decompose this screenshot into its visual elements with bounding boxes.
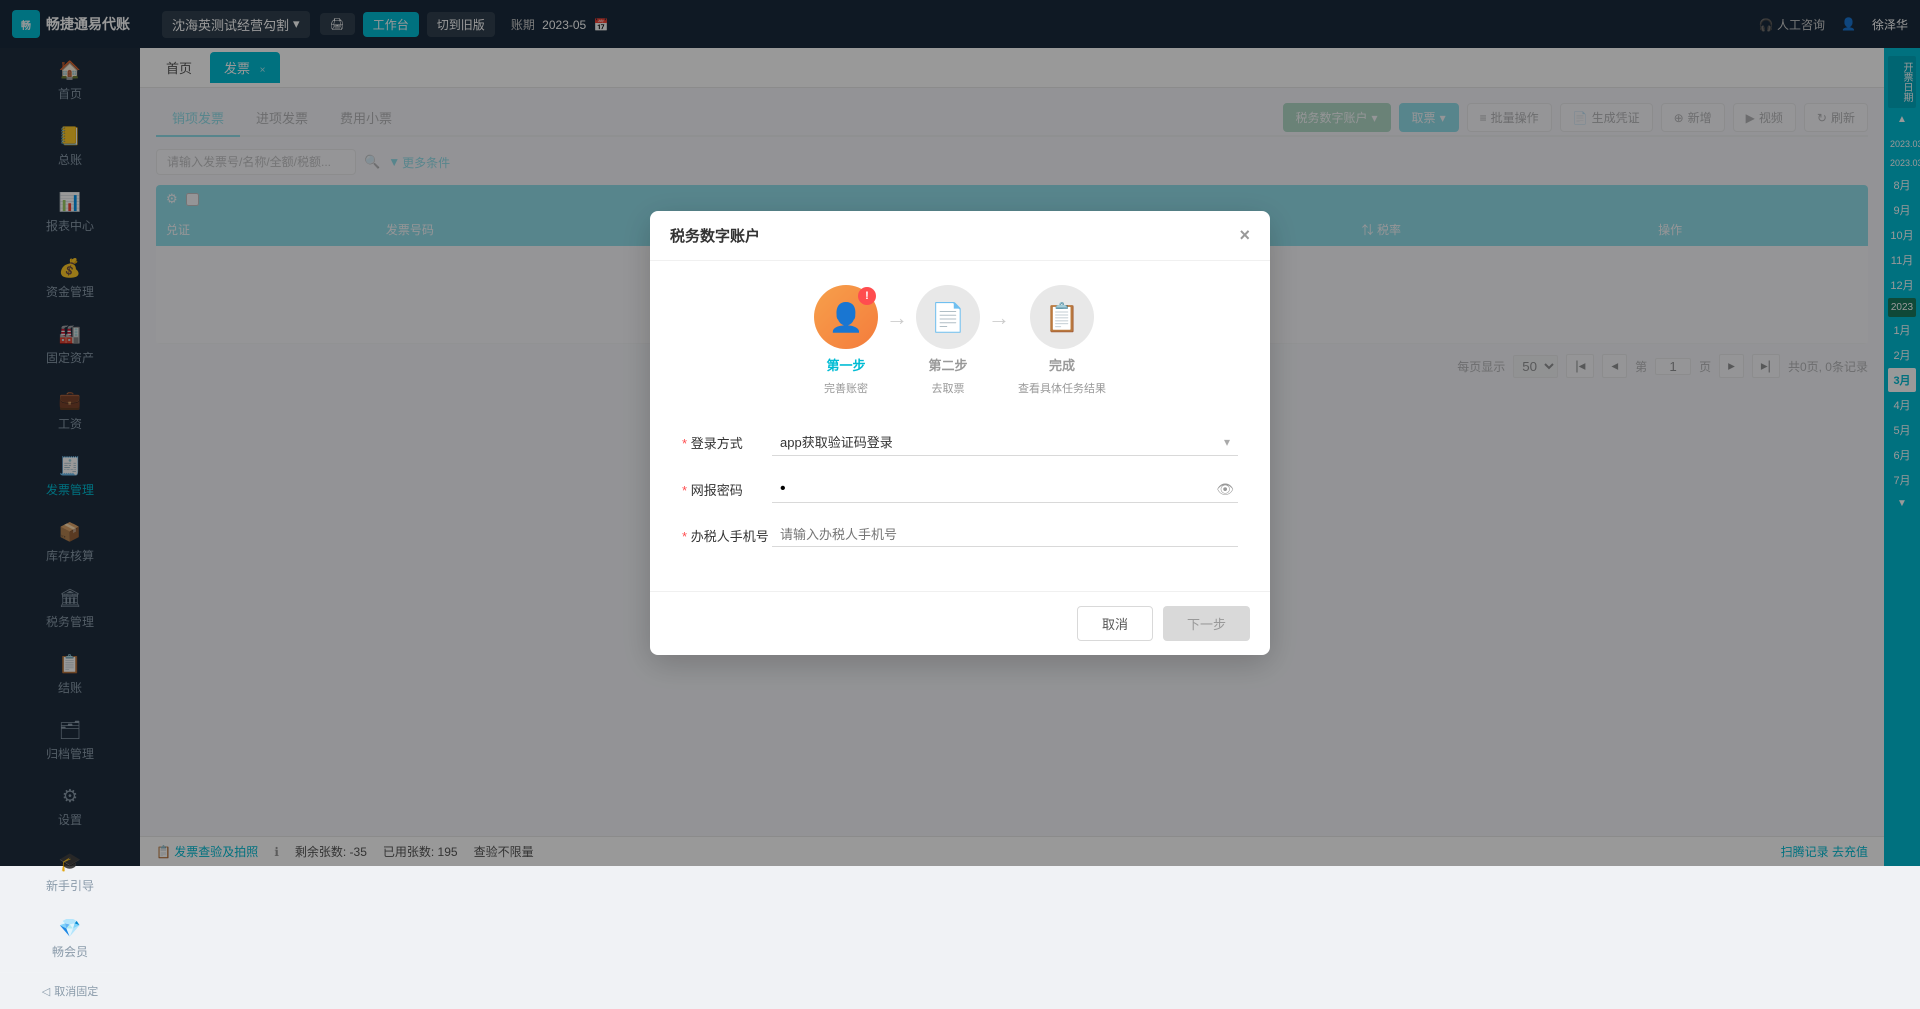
chevron-down-icon: ▾ xyxy=(1224,435,1230,449)
password-wrap: 👁 xyxy=(772,476,1238,503)
modal-footer: 取消 下一步 xyxy=(650,591,1270,655)
next-button[interactable]: 下一步 xyxy=(1163,606,1250,641)
step-1-person-icon: 👤 xyxy=(829,301,864,334)
step-3: 📋 完成 查看具体任务结果 xyxy=(1018,285,1106,396)
modal-close-btn[interactable]: × xyxy=(1239,225,1250,246)
login-method-row: * 登录方式 app获取验证码登录 ▾ xyxy=(682,428,1238,456)
password-row: * 网报密码 👁 xyxy=(682,476,1238,503)
vip-icon: 💎 xyxy=(59,918,81,939)
cancel-pin-btn[interactable]: ◁ 取消固定 xyxy=(0,973,140,1009)
modal-header: 税务数字账户 × xyxy=(650,211,1270,261)
modal-body: 👤 ! 第一步 完善账密 → 📄 第二步 去取票 → xyxy=(650,261,1270,591)
login-method-value: app获取验证码登录 xyxy=(780,432,893,451)
step-1-error-badge: ! xyxy=(858,287,876,305)
sidebar-label-guide: 新手引导 xyxy=(46,877,94,894)
eye-icon[interactable]: 👁 xyxy=(1212,477,1238,502)
sidebar-item-vip[interactable]: 💎 畅会员 xyxy=(0,906,140,972)
login-method-select[interactable]: app获取验证码登录 ▾ xyxy=(772,428,1238,456)
sidebar-label-vip: 畅会员 xyxy=(52,943,88,960)
step-arrow-1: → xyxy=(886,305,908,331)
step-2-desc: 去取票 xyxy=(932,380,965,396)
steps: 👤 ! 第一步 完善账密 → 📄 第二步 去取票 → xyxy=(682,285,1238,396)
login-method-label: * 登录方式 xyxy=(682,433,772,452)
password-label: * 网报密码 xyxy=(682,480,772,499)
step-2-label: 第二步 xyxy=(928,355,967,374)
step-1: 👤 ! 第一步 完善账密 xyxy=(814,285,878,396)
step-arrow-2: → xyxy=(988,305,1010,331)
sidebar-bottom: ◁ 取消固定 xyxy=(0,972,140,1009)
step-3-label: 完成 xyxy=(1049,355,1075,374)
pin-icon: ◁ xyxy=(42,985,50,998)
step-2-doc-icon: 📄 xyxy=(931,301,966,334)
phone-label: * 办税人手机号 xyxy=(682,526,772,545)
step-2: 📄 第二步 去取票 xyxy=(916,285,980,396)
step-2-icon-wrap: 📄 xyxy=(916,285,980,349)
phone-row: * 办税人手机号 xyxy=(682,523,1238,547)
tax-digital-modal: 税务数字账户 × 👤 ! 第一步 完善账密 → xyxy=(650,211,1270,655)
password-input[interactable] xyxy=(772,476,1212,502)
modal-title: 税务数字账户 xyxy=(670,225,760,246)
phone-input[interactable] xyxy=(772,523,1238,547)
cancel-button[interactable]: 取消 xyxy=(1077,606,1153,641)
step-3-icon-wrap: 📋 xyxy=(1030,285,1094,349)
step-1-desc: 完善账密 xyxy=(824,380,868,396)
step-1-icon-wrap: 👤 ! xyxy=(814,285,878,349)
step-3-clipboard-icon: 📋 xyxy=(1045,301,1080,334)
step-3-desc: 查看具体任务结果 xyxy=(1018,380,1106,396)
step-1-label: 第一步 xyxy=(826,355,865,374)
modal-overlay: 税务数字账户 × 👤 ! 第一步 完善账密 → xyxy=(0,0,1920,866)
